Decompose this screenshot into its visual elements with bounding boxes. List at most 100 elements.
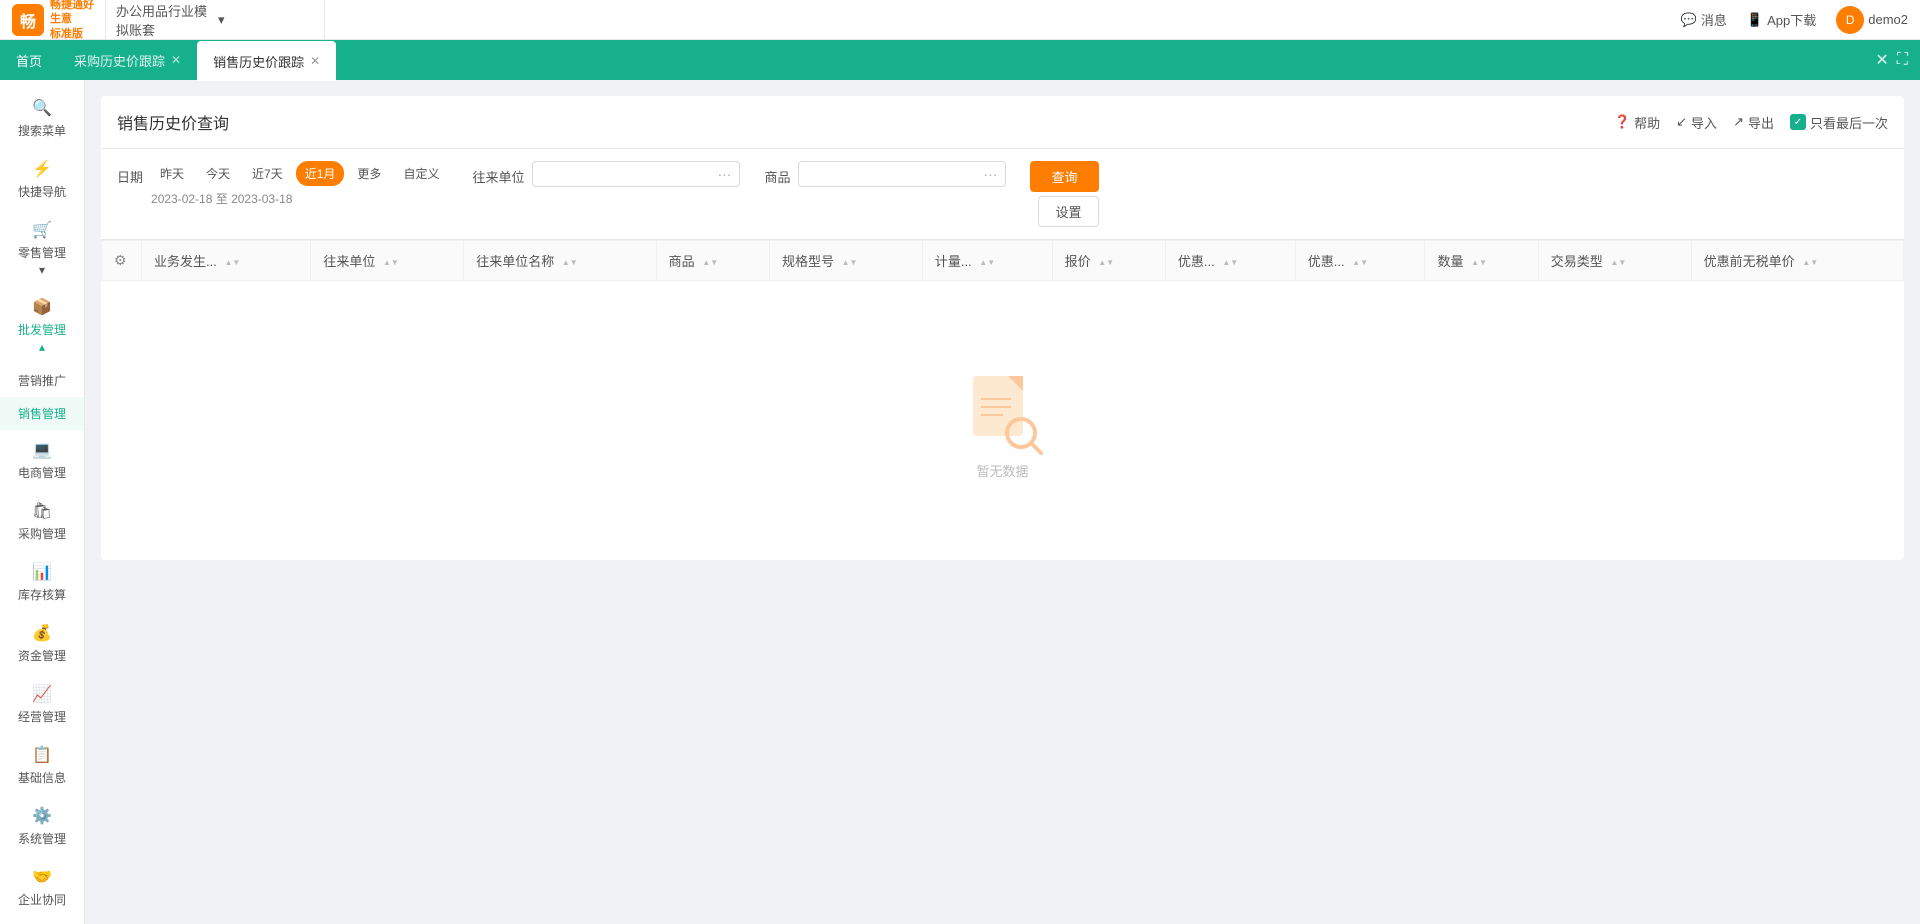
tab-sales-history[interactable]: 销售历史价跟踪 ✕ [197,41,336,81]
page-title-bar: 销售历史价查询 ❓ 帮助 ↙ 导入 ↗ 导出 ✓ 只看最后一次 [101,96,1904,149]
th-product[interactable]: 商品 ▲▼ [656,241,769,281]
sidebar-item-finance[interactable]: 💰 资金管理 [0,613,84,674]
product-filter-label: 商品 [764,161,790,186]
tab-close-sales[interactable]: ✕ [310,54,320,68]
sort-icon-partner-name: ▲▼ [562,258,578,267]
data-table: ⚙ 业务发生... ▲▼ 往来单位 ▲▼ 往来单位名称 ▲▼ [101,240,1904,560]
sidebar-item-operation[interactable]: 📈 经营管理 [0,674,84,735]
download-icon: 📱 [1747,12,1763,28]
date-btn-custom[interactable]: 自定义 [394,161,448,186]
date-btn-7days[interactable]: 近7天 [243,161,292,186]
product-picker-icon[interactable]: ··· [983,166,997,182]
sidebar-item-marketing[interactable]: 营销推广 [0,364,84,397]
sidebar-item-ecommerce[interactable]: 💻 电商管理 [0,430,84,491]
fullscreen-button[interactable]: ⛶ [1897,51,1908,69]
sidebar-item-wholesale[interactable]: 📦 批发管理 ▴ [0,287,84,364]
table-header: ⚙ 业务发生... ▲▼ 往来单位 ▲▼ 往来单位名称 ▲▼ [102,241,1904,281]
th-spec[interactable]: 规格型号 ▲▼ [769,241,922,281]
enterprise-icon: 🤝 [32,867,52,887]
sidebar-item-basics[interactable]: 📋 基础信息 [0,735,84,796]
date-btn-yesterday[interactable]: 昨天 [151,161,193,186]
logo-area: 畅 畅捷通好生意 标准版 [12,0,97,41]
setting-button[interactable]: 设置 [1038,196,1098,227]
th-trade-type[interactable]: 交易类型 ▲▼ [1538,241,1691,281]
sort-icon-partner-code: ▲▼ [383,258,399,267]
product-input-wrap[interactable]: ··· [798,161,1006,187]
empty-illustration [953,361,1053,461]
app-selector[interactable]: 办公用品行业模拟账套 ▾ [105,0,325,44]
partner-input[interactable] [541,167,717,182]
export-icon: ↗ [1733,114,1744,130]
date-btn-more[interactable]: 更多 [348,161,390,186]
partner-filter-label: 往来单位 [472,161,524,186]
sort-icon-price: ▲▼ [1098,258,1114,267]
page-content: 销售历史价查询 ❓ 帮助 ↙ 导入 ↗ 导出 ✓ 只看最后一次 [85,80,1920,924]
message-button[interactable]: 💬 消息 [1681,10,1727,29]
sidebar-item-guide[interactable]: 🎯 新手引导 [0,918,84,924]
date-btn-today[interactable]: 今天 [197,161,239,186]
empty-state: 暂无数据 [102,281,1904,560]
date-filter-label: 日期 [117,161,143,186]
page-title: 销售历史价查询 [117,110,229,134]
basics-icon: 📋 [32,745,52,765]
tab-home[interactable]: 首页 [0,40,58,80]
sidebar: 🔍 搜索菜单 ⚡ 快捷导航 🛒 零售管理 ▾ 📦 批发管理 ▴ 营销推广 销售管… [0,80,85,924]
sort-icon-unit: ▲▼ [979,258,995,267]
tab-close-purchase[interactable]: ✕ [171,53,181,67]
search-menu-icon: 🔍 [32,98,52,118]
operation-icon: 📈 [32,684,52,704]
import-icon: ↙ [1676,114,1687,130]
sidebar-item-retail[interactable]: 🛒 零售管理 ▾ [0,210,84,287]
sidebar-item-quick-nav[interactable]: ⚡ 快捷导航 [0,149,84,210]
sidebar-item-search-menu[interactable]: 🔍 搜索菜单 [0,88,84,149]
finance-icon: 💰 [32,623,52,643]
th-partner-name[interactable]: 往来单位名称 ▲▼ [464,241,656,281]
th-price[interactable]: 报价 ▲▼ [1052,241,1165,281]
retail-icon: 🛒 [32,220,52,240]
partner-picker-icon[interactable]: ··· [717,166,731,182]
sidebar-item-enterprise[interactable]: 🤝 企业协同 [0,857,84,918]
retail-expand-icon: ▾ [39,263,45,277]
empty-text: 暂无数据 [976,461,1028,480]
sidebar-item-inventory[interactable]: 📊 库存核算 [0,552,84,613]
close-all-tabs-button[interactable]: ✕ [1875,50,1888,70]
th-unit[interactable]: 计量... ▲▼ [922,241,1052,281]
logo-icon: 畅 [12,4,44,36]
top-right: 💬 消息 📱 App下载 D demo2 [1681,6,1908,34]
only-last-toggle[interactable]: ✓ 只看最后一次 [1790,113,1888,132]
action-buttons: 查询 设置 [1030,161,1098,227]
sidebar-item-purchase[interactable]: 🛍 采购管理 [0,491,84,552]
table-body: 暂无数据 [102,281,1904,561]
product-input[interactable] [807,167,983,182]
top-bar: 畅 畅捷通好生意 标准版 办公用品行业模拟账套 ▾ 💬 消息 📱 App下载 D… [0,0,1920,40]
th-pretax-price[interactable]: 优惠前无税单价 ▲▼ [1691,241,1903,281]
th-partner-code[interactable]: 往来单位 ▲▼ [311,241,464,281]
date-btn-1month[interactable]: 近1月 [296,161,345,186]
sort-icon-quantity: ▲▼ [1471,258,1487,267]
download-button[interactable]: 📱 App下载 [1747,10,1816,29]
sidebar-item-sales-mgmt[interactable]: 销售管理 [0,397,84,430]
partner-input-wrap[interactable]: ··· [532,161,740,187]
sort-icon-date: ▲▼ [224,258,240,267]
column-settings-icon[interactable]: ⚙ [114,252,127,268]
wholesale-icon: 📦 [32,297,52,317]
sidebar-item-system[interactable]: ⚙️ 系统管理 [0,796,84,857]
th-discount1[interactable]: 优惠... ▲▼ [1165,241,1295,281]
th-quantity[interactable]: 数量 ▲▼ [1425,241,1538,281]
system-icon: ⚙️ [32,806,52,826]
th-date[interactable]: 业务发生... ▲▼ [142,241,311,281]
help-button[interactable]: ❓ 帮助 [1614,113,1660,132]
date-options: 昨天 今天 近7天 近1月 更多 自定义 [151,161,448,186]
th-settings: ⚙ [102,241,142,281]
import-button[interactable]: ↙ 导入 [1676,113,1717,132]
sort-icon-spec: ▲▼ [842,258,858,267]
filter-bar: 日期 昨天 今天 近7天 近1月 更多 自定义 2023-02-18 至 202… [101,149,1904,240]
only-last-checkbox[interactable]: ✓ [1790,114,1806,130]
query-button[interactable]: 查询 [1030,161,1098,192]
logo-text: 畅捷通好生意 标准版 [50,0,97,41]
tab-purchase-history[interactable]: 采购历史价跟踪 ✕ [58,40,197,80]
export-button[interactable]: ↗ 导出 [1733,113,1774,132]
th-discount2[interactable]: 优惠... ▲▼ [1295,241,1425,281]
user-menu[interactable]: D demo2 [1836,6,1908,34]
wholesale-expand-icon: ▴ [39,340,45,354]
